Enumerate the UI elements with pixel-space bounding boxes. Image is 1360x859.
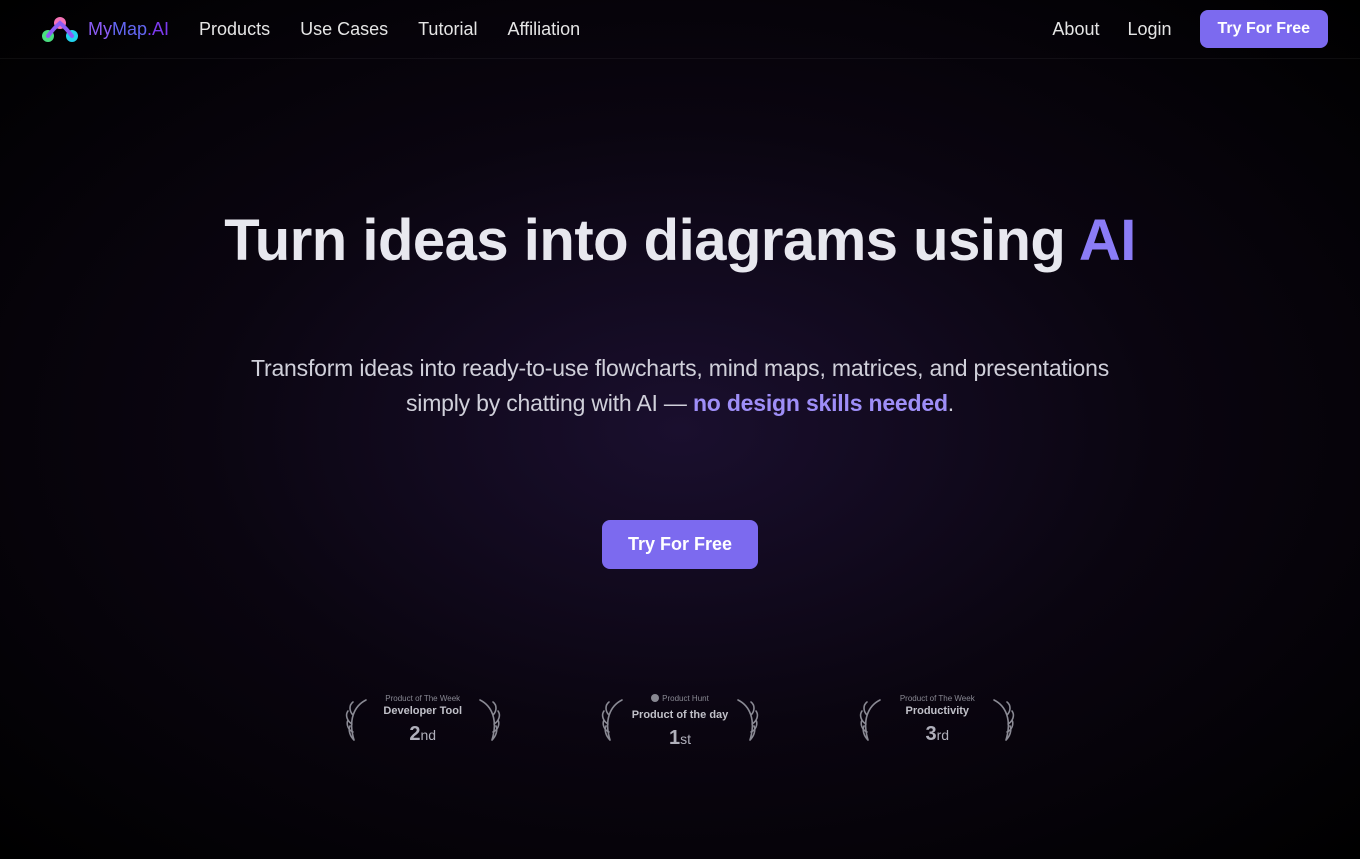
laurel-left-icon xyxy=(340,696,370,744)
hero-subtitle: Transform ideas into ready-to-use flowch… xyxy=(220,351,1140,422)
badge-line2: Productivity xyxy=(890,705,984,717)
badge-line1: Product Hunt xyxy=(651,694,709,703)
header-left: MyMap.AI Products Use Cases Tutorial Aff… xyxy=(40,14,580,44)
laurel-right-icon xyxy=(734,696,764,744)
badge-rank: 2nd xyxy=(376,723,470,746)
badge-rank: 1st xyxy=(632,727,729,750)
hero-title: Turn ideas into diagrams using AI xyxy=(0,209,1360,273)
brand-logo[interactable]: MyMap.AI xyxy=(40,14,169,44)
nav-login[interactable]: Login xyxy=(1127,19,1171,40)
nav-affiliation[interactable]: Affiliation xyxy=(507,19,580,40)
badge-line1: Product of The Week xyxy=(376,694,470,703)
nav-use-cases[interactable]: Use Cases xyxy=(300,19,388,40)
badge-line2: Developer Tool xyxy=(376,705,470,717)
badge-product-hunt: Product Hunt Product of the day 1st xyxy=(596,689,765,750)
nav-tutorial[interactable]: Tutorial xyxy=(418,19,477,40)
badge-line1: Product of The Week xyxy=(890,694,984,703)
try-free-button-header[interactable]: Try For Free xyxy=(1200,10,1328,48)
site-header: MyMap.AI Products Use Cases Tutorial Aff… xyxy=(0,0,1360,59)
badge-line2: Product of the day xyxy=(632,709,729,721)
product-hunt-icon xyxy=(651,694,659,702)
laurel-right-icon xyxy=(990,696,1020,744)
nav-products[interactable]: Products xyxy=(199,19,270,40)
badge-productivity: Product of The Week Productivity 3rd xyxy=(854,689,1020,750)
hero-cta: Try For Free xyxy=(0,520,1360,569)
primary-nav: Products Use Cases Tutorial Affiliation xyxy=(199,19,580,40)
logo-icon xyxy=(40,14,80,44)
badge-rank: 3rd xyxy=(890,723,984,746)
award-badges: Product of The Week Developer Tool 2nd P… xyxy=(0,689,1360,750)
try-free-button-hero[interactable]: Try For Free xyxy=(602,520,758,569)
badge-developer-tool: Product of The Week Developer Tool 2nd xyxy=(340,689,506,750)
laurel-left-icon xyxy=(596,696,626,744)
nav-about[interactable]: About xyxy=(1052,19,1099,40)
brand-name: MyMap.AI xyxy=(88,19,169,40)
laurel-left-icon xyxy=(854,696,884,744)
laurel-right-icon xyxy=(476,696,506,744)
hero-section: Turn ideas into diagrams using AI Transf… xyxy=(0,59,1360,750)
header-right: About Login Try For Free xyxy=(1052,10,1328,48)
